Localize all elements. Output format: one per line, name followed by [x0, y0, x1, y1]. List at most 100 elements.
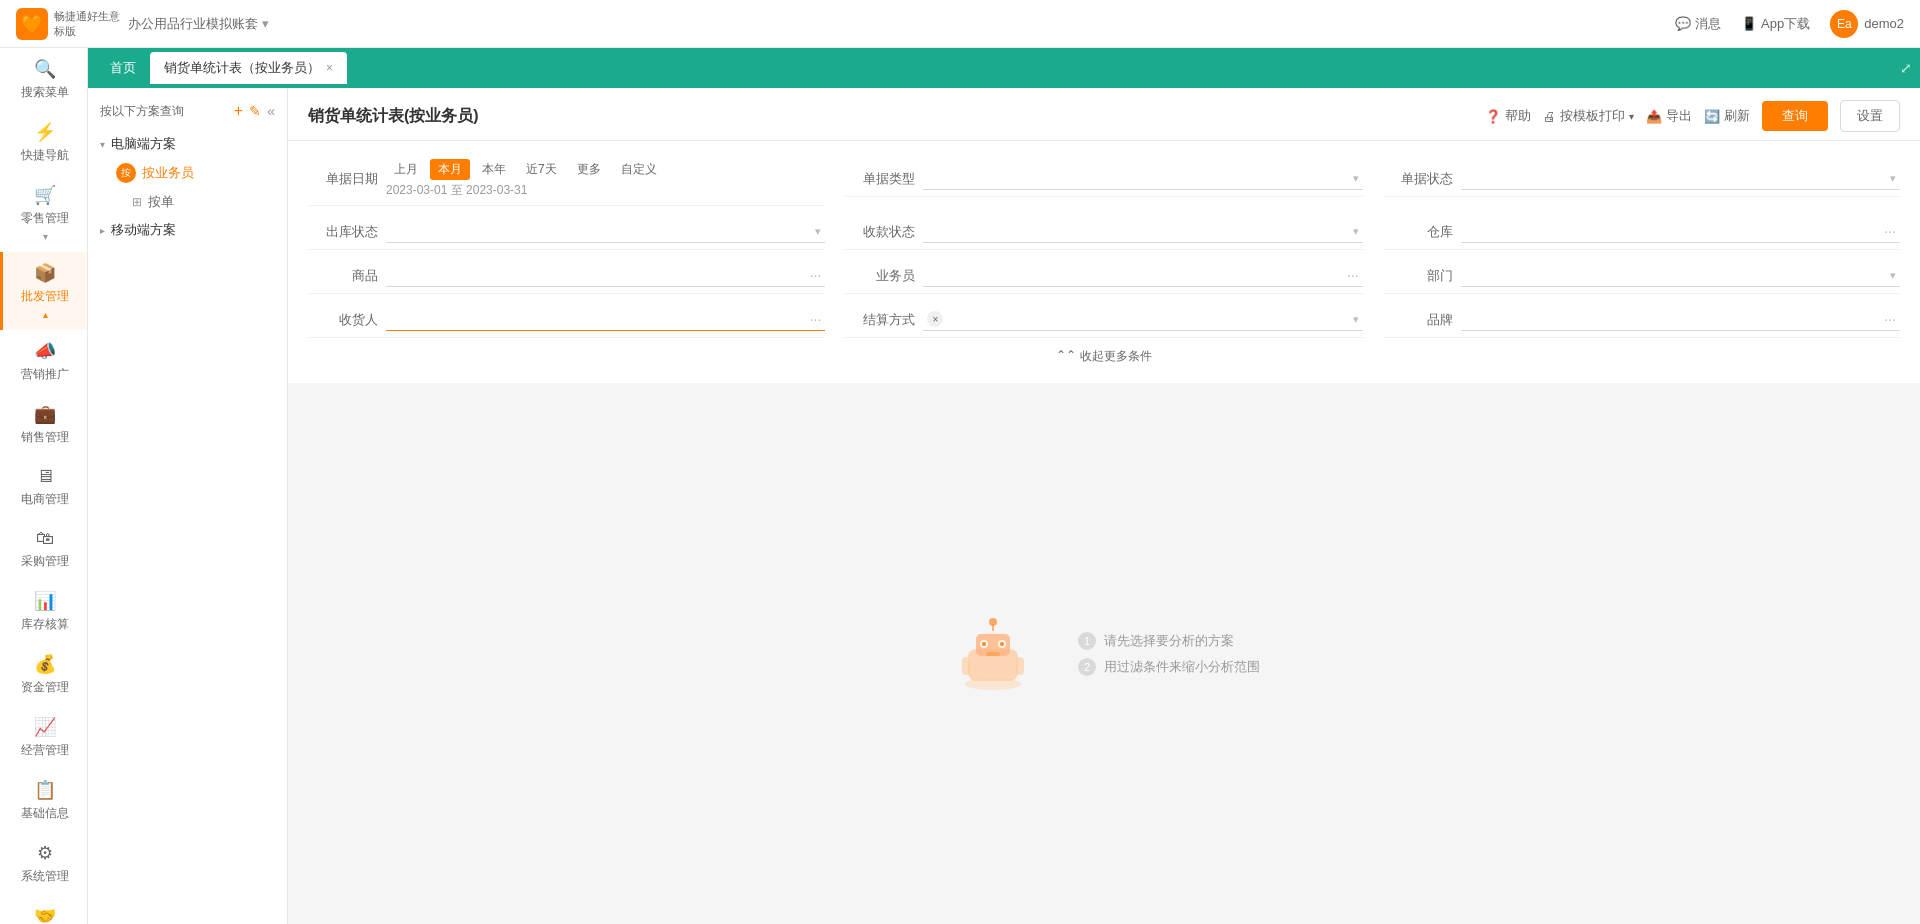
- grid-icon: ⊞: [132, 195, 142, 209]
- basic-info-icon: 📋: [34, 779, 56, 801]
- tab-home[interactable]: 首页: [96, 52, 150, 84]
- collapse-up-icon: ⌃⌃: [1056, 348, 1076, 365]
- help-btn[interactable]: ❓ 帮助: [1485, 107, 1531, 125]
- doc-status-label: 单据状态: [1383, 170, 1453, 188]
- scheme-tree: ▾ 电脑端方案 按 按业务员 ⊞ 按单: [88, 126, 287, 248]
- salesperson-dots[interactable]: ···: [1347, 267, 1359, 283]
- date-tab-this-month[interactable]: 本月: [430, 159, 470, 180]
- query-btn[interactable]: 查询: [1762, 101, 1828, 131]
- doc-status-arrow[interactable]: ▾: [1890, 172, 1896, 185]
- message-btn[interactable]: 💬 消息: [1675, 15, 1721, 33]
- date-tab-custom[interactable]: 自定义: [613, 159, 665, 180]
- purchase-icon: 🛍: [36, 528, 54, 549]
- user-menu[interactable]: Ea demo2: [1830, 10, 1904, 38]
- date-tab-more[interactable]: 更多: [569, 159, 609, 180]
- warehouse-input[interactable]: ···: [1461, 220, 1900, 243]
- brand-label: 品牌: [1383, 311, 1453, 329]
- doc-type-arrow[interactable]: ▾: [1353, 172, 1359, 185]
- warehouse-dots[interactable]: ···: [1884, 223, 1896, 239]
- settlement-input[interactable]: × ▾: [923, 308, 1362, 331]
- doc-status-input[interactable]: ▾: [1461, 168, 1900, 190]
- page-title: 销货单统计表(按业务员): [308, 106, 479, 127]
- sidebar-item-inventory[interactable]: 📊 库存核算: [0, 580, 87, 643]
- scheme-node-icon: 按: [116, 163, 136, 183]
- goods-dots[interactable]: ···: [810, 267, 822, 283]
- sidebar-item-finance[interactable]: 💰 资金管理: [0, 643, 87, 706]
- consignee-field[interactable]: [390, 312, 810, 327]
- sidebar-item-wholesale[interactable]: 📦 批发管理 ▴: [0, 252, 87, 330]
- sidebar-item-ecommerce[interactable]: 🖥 电商管理: [0, 456, 87, 518]
- date-tab-this-year[interactable]: 本年: [474, 159, 514, 180]
- out-status-input[interactable]: ▾: [386, 221, 825, 243]
- sidebar-item-retail[interactable]: 🛒 零售管理 ▾: [0, 174, 87, 252]
- tab-expand-btn[interactable]: ⤢: [1900, 60, 1912, 76]
- sidebar-item-purchase[interactable]: 🛍 采购管理: [0, 518, 87, 580]
- inventory-icon: 📊: [34, 590, 56, 612]
- scheme-group-header-desktop[interactable]: ▾ 电脑端方案: [88, 130, 287, 158]
- app-download-btn[interactable]: 📱 App下载: [1741, 15, 1810, 33]
- scheme-sub-node-by-order[interactable]: ⊞ 按单: [88, 188, 287, 216]
- doc-type-field[interactable]: [927, 171, 1352, 186]
- sidebar-item-sales[interactable]: 💼 销售管理: [0, 393, 87, 456]
- warehouse-field[interactable]: [1465, 224, 1885, 239]
- date-tab-last-month[interactable]: 上月: [386, 159, 426, 180]
- quick-nav-icon: ⚡: [34, 121, 56, 143]
- doc-status-field[interactable]: [1465, 171, 1890, 186]
- empty-tip-2: 2 用过滤条件来缩小分析范围: [1078, 658, 1260, 676]
- receipt-status-input[interactable]: ▾: [923, 221, 1362, 243]
- receipt-status-arrow[interactable]: ▾: [1353, 225, 1359, 238]
- tab-close-btn[interactable]: ×: [326, 61, 333, 75]
- settlement-arrow[interactable]: ▾: [1353, 313, 1359, 326]
- empty-illustration: [948, 609, 1038, 699]
- sidebar-item-operations[interactable]: 📈 经营管理: [0, 706, 87, 769]
- scheme-edit-btn[interactable]: ✎: [249, 103, 261, 119]
- download-icon: 📱: [1741, 16, 1757, 31]
- receipt-status-field[interactable]: [927, 224, 1352, 239]
- receipt-status-label: 收款状态: [845, 223, 915, 241]
- sidebar-item-enterprise[interactable]: 🤝 企业协同: [0, 895, 87, 924]
- scheme-node-by-salesperson[interactable]: 按 按业务员: [88, 158, 287, 188]
- logo-area: 🧡 畅捷通好生意 标版: [16, 8, 120, 40]
- sidebar-item-basic-info[interactable]: 📋 基础信息: [0, 769, 87, 832]
- department-input[interactable]: ▾: [1461, 265, 1900, 287]
- scheme-group-header-mobile[interactable]: ▸ 移动端方案: [88, 216, 287, 244]
- department-arrow[interactable]: ▾: [1890, 269, 1896, 282]
- enterprise-icon: 🤝: [34, 905, 56, 924]
- brand-dots[interactable]: ···: [1884, 311, 1896, 327]
- chevron-down-icon[interactable]: ▾: [262, 16, 269, 31]
- sidebar-item-system[interactable]: ⚙ 系统管理: [0, 832, 87, 895]
- brand-field[interactable]: [1465, 312, 1885, 327]
- date-tab-7days[interactable]: 近7天: [518, 159, 565, 180]
- empty-tip-1: 1 请先选择要分析的方案: [1078, 632, 1260, 650]
- brand-input[interactable]: ···: [1461, 308, 1900, 331]
- salesperson-input[interactable]: ···: [923, 264, 1362, 287]
- salesperson-label: 业务员: [845, 267, 915, 285]
- goods-input[interactable]: ···: [386, 264, 825, 287]
- refresh-btn[interactable]: 🔄 刷新: [1704, 107, 1750, 125]
- consignee-input[interactable]: ···: [386, 308, 825, 331]
- consignee-dots[interactable]: ···: [810, 311, 822, 327]
- svg-rect-9: [1016, 657, 1024, 675]
- doc-type-input[interactable]: ▾: [923, 168, 1362, 190]
- export-btn[interactable]: 📤 导出: [1646, 107, 1692, 125]
- department-field[interactable]: [1465, 268, 1890, 283]
- tab-sales-stat[interactable]: 销货单统计表（按业务员） ×: [150, 52, 347, 84]
- settlement-clear-btn[interactable]: ×: [927, 311, 943, 327]
- out-status-arrow[interactable]: ▾: [815, 225, 821, 238]
- search-icon: 🔍: [34, 58, 56, 80]
- message-icon: 💬: [1675, 16, 1691, 31]
- goods-field[interactable]: [390, 268, 810, 283]
- sidebar-item-search[interactable]: 🔍 搜索菜单: [0, 48, 87, 111]
- out-status-field[interactable]: [390, 224, 815, 239]
- template-print-btn[interactable]: 🖨 按模板打印 ▾: [1543, 107, 1634, 125]
- sidebar-item-marketing[interactable]: 📣 营销推广: [0, 330, 87, 393]
- salesperson-field[interactable]: [927, 268, 1347, 283]
- out-status-label: 出库状态: [308, 223, 378, 241]
- scheme-add-btn[interactable]: +: [234, 102, 243, 120]
- collapse-row[interactable]: ⌃⌃ 收起更多条件: [308, 342, 1900, 371]
- warehouse-filter: 仓库 ···: [1383, 214, 1900, 250]
- date-range: 2023-03-01 至 2023-03-31: [386, 182, 825, 199]
- sidebar-item-quick-nav[interactable]: ⚡ 快捷导航: [0, 111, 87, 174]
- scheme-collapse-btn[interactable]: «: [267, 103, 275, 119]
- settings-btn[interactable]: 设置: [1840, 100, 1900, 132]
